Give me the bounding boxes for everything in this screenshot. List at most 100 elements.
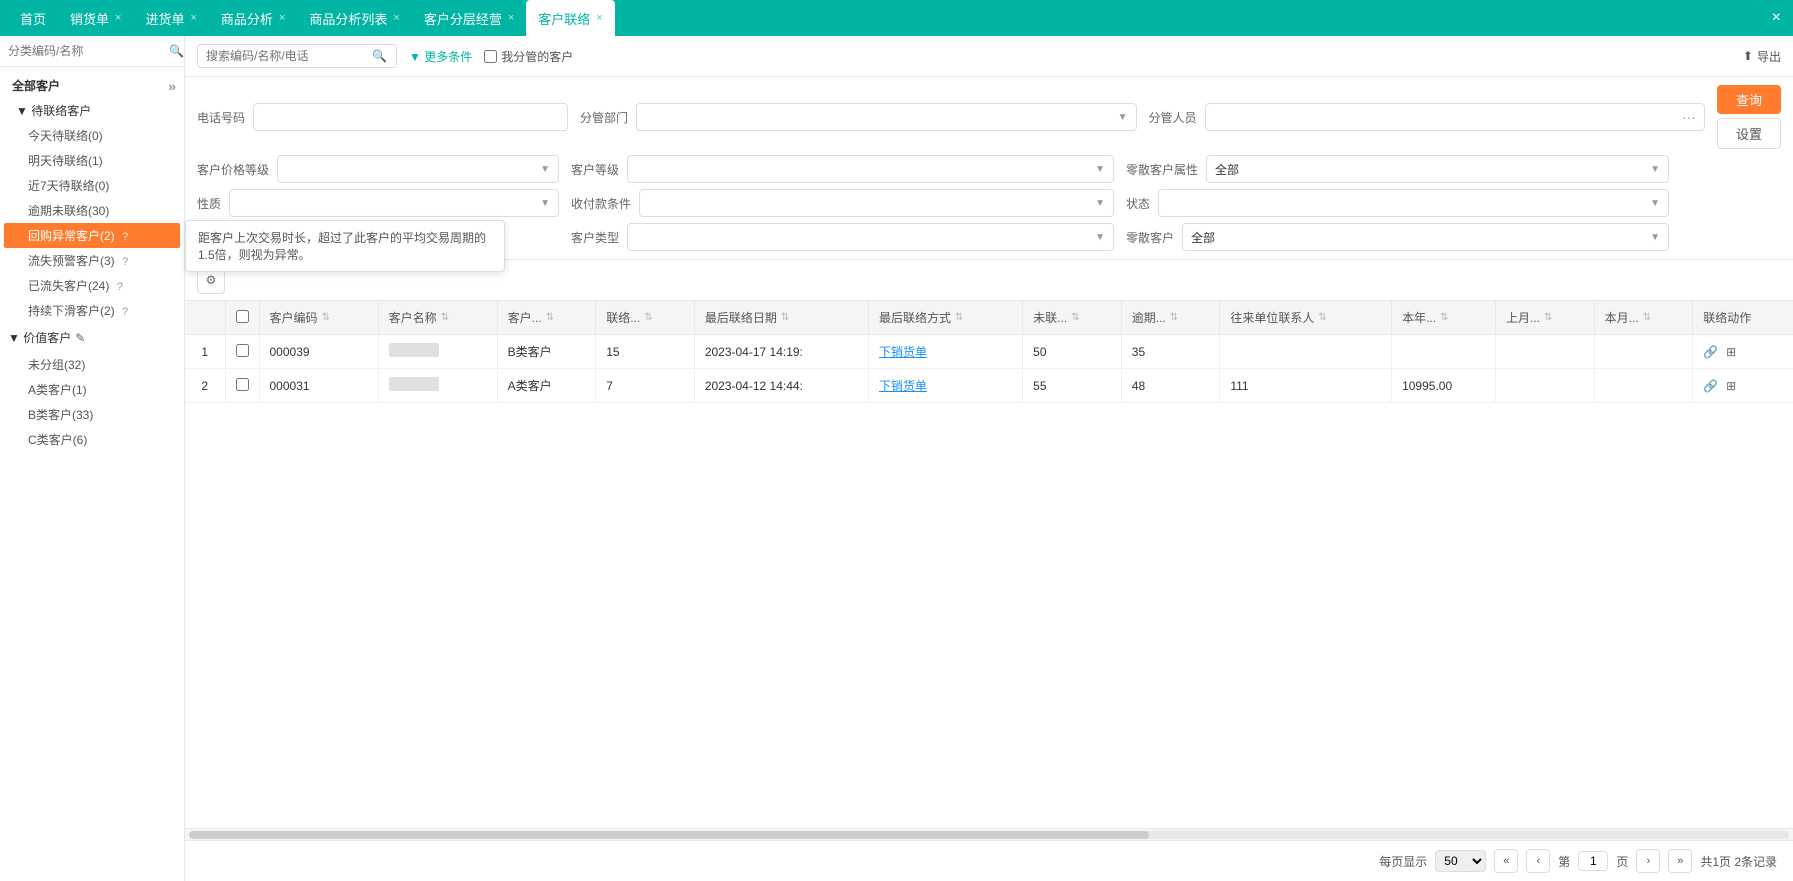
sort-icon-method[interactable]: ⇅ [955,312,963,323]
last-page-button[interactable]: » [1668,849,1692,873]
close-product-tab[interactable]: × [279,12,285,24]
row2-last-month [1496,369,1595,403]
next-page-button[interactable]: › [1636,849,1660,873]
window-close-button[interactable]: × [1772,9,1781,27]
row1-overdue: 35 [1121,335,1220,369]
nav-home[interactable]: 首页 [8,0,58,36]
person-dots-icon[interactable]: ··· [1682,109,1696,125]
sidebar-declining-customers[interactable]: 持续下滑客户(2) ? [0,298,184,323]
my-customers-checkbox[interactable] [484,50,497,63]
prev-page-button[interactable]: ‹ [1526,849,1550,873]
nav-product-analysis[interactable]: 商品分析 × [209,0,297,36]
page-input[interactable] [1578,851,1608,871]
status-select[interactable]: ▼ [1158,189,1669,217]
sort-icon-type[interactable]: ⇅ [546,312,554,323]
status-arrow-icon: ▼ [1650,198,1660,209]
query-button[interactable]: 查询 [1717,85,1781,114]
row2-grid-icon[interactable]: ⊞ [1726,379,1736,393]
gender-label: 性质 [197,195,221,212]
nav-customer-segment[interactable]: 客户分层经营 × [412,0,526,36]
collapse-icon[interactable]: » [168,78,176,94]
sidebar-tomorrow-waiting[interactable]: 明天待联络(1) [0,148,184,173]
sort-icon-uncontacted[interactable]: ⇅ [1071,312,1079,323]
price-level-label: 客户价格等级 [197,161,269,178]
horizontal-scrollbar[interactable] [185,828,1793,840]
repurchase-help-icon[interactable]: ? [122,231,128,243]
row1-name-blur [389,343,439,357]
customer-type-select[interactable]: ▼ [627,223,1114,251]
gender-select[interactable]: ▼ [229,189,559,217]
loss-warning-help-icon[interactable]: ? [122,256,128,268]
row1-num: 1 [185,335,225,369]
select-all-checkbox[interactable] [236,310,249,323]
more-conditions-button[interactable]: ▼ 更多条件 [409,48,472,65]
sort-icon-year[interactable]: ⇅ [1440,312,1448,323]
waiting-contact-section[interactable]: ▼ 待联络客户 [0,98,184,123]
close-purchase-tab[interactable]: × [190,12,196,24]
export-button[interactable]: ⬆ 导出 [1743,48,1781,65]
sidebar-overdue[interactable]: 逾期未联络(30) [0,198,184,223]
payment-select[interactable]: ▼ [639,189,1114,217]
filter-bar-top: 🔍 ▼ 更多条件 我分管的客户 ⬆ 导出 [185,36,1793,77]
filter-search-icon[interactable]: 🔍 [372,49,387,63]
department-select[interactable]: ▼ [636,103,1136,131]
sidebar-ungroups[interactable]: 未分组(32) [0,352,184,377]
sidebar-today-waiting[interactable]: 今天待联络(0) [0,123,184,148]
sort-icon-count[interactable]: ⇅ [644,312,652,323]
sort-icon-contacts[interactable]: ⇅ [1318,312,1326,323]
sort-icon-overdue[interactable]: ⇅ [1170,312,1178,323]
sort-icon-this-month[interactable]: ⇅ [1643,312,1651,323]
sidebar-b-class[interactable]: B类客户(33) [0,402,184,427]
close-list-tab[interactable]: × [393,12,399,24]
sidebar-repurchase-abnormal[interactable]: 回购异常客户(2) ? [4,223,180,248]
row1-grid-icon[interactable]: ⊞ [1726,345,1736,359]
close-sales-tab[interactable]: × [115,12,121,24]
retail-customer-select[interactable]: 全部 ▼ [1182,223,1669,251]
sidebar-search-input[interactable] [8,44,163,58]
sidebar-lost-customers[interactable]: 已流失客户(24) ? [0,273,184,298]
row2-checkbox[interactable] [236,378,249,391]
price-level-select[interactable]: ▼ [277,155,559,183]
sidebar-search-icon[interactable]: 🔍 [169,44,184,58]
row1-checkbox[interactable] [236,344,249,357]
sidebar-7days-waiting[interactable]: 近7天待联络(0) [0,173,184,198]
row1-link-icon[interactable]: 🔗 [1703,345,1718,359]
sidebar-tree: 全部客户 » ▼ 待联络客户 今天待联络(0) 明天待联络(1) 近7天待联络(… [0,67,184,881]
phone-input-field[interactable] [262,110,559,124]
row2-this-month [1594,369,1693,403]
sort-icon-name[interactable]: ⇅ [441,312,449,323]
phone-input[interactable] [253,103,568,131]
phone-label: 电话号码 [197,109,245,126]
page-size-select[interactable]: 50 20 100 [1435,850,1486,872]
sort-icon-date[interactable]: ⇅ [781,312,789,323]
edit-icon[interactable]: ✎ [75,331,85,345]
person-select[interactable]: ··· [1205,103,1705,131]
table-wrapper: ⚙ 客户编码 ⇅ [185,260,1793,881]
table-scroll-area[interactable]: 客户编码 ⇅ 客户名称 ⇅ [185,301,1793,828]
retail-attr-select[interactable]: 全部 ▼ [1206,155,1669,183]
lost-help-icon[interactable]: ? [117,281,123,293]
row2-link-icon[interactable]: 🔗 [1703,379,1718,393]
customer-level-select[interactable]: ▼ [627,155,1114,183]
close-contact-tab[interactable]: × [596,12,602,24]
th-uncontacted: 未联... ⇅ [1023,301,1122,335]
declining-help-icon[interactable]: ? [122,306,128,318]
sidebar-c-class[interactable]: C类客户(6) [0,427,184,452]
th-num [185,301,225,335]
row1-method-link[interactable]: 下销货单 [879,345,927,359]
nav-product-list[interactable]: 商品分析列表 × [297,0,411,36]
row2-method-link[interactable]: 下销货单 [879,379,927,393]
sort-icon-last-month[interactable]: ⇅ [1544,312,1552,323]
nav-customer-contact[interactable]: 客户联络 × [526,0,614,36]
nav-sales[interactable]: 销货单 × [58,0,133,36]
settings-button[interactable]: 设置 [1717,118,1781,149]
sort-icon-code[interactable]: ⇅ [322,312,330,323]
nav-purchase[interactable]: 进货单 × [133,0,208,36]
value-customers-label[interactable]: ▼ 价值客户 [8,329,71,346]
sidebar-a-class[interactable]: A类客户(1) [0,377,184,402]
filter-search-input[interactable] [206,49,366,63]
sidebar-loss-warning[interactable]: 流失预警客户(3) ? [0,248,184,273]
close-segment-tab[interactable]: × [508,12,514,24]
first-page-button[interactable]: « [1494,849,1518,873]
pagination: 每页显示 50 20 100 « ‹ 第 页 › » 共1页 2条记录 [185,840,1793,881]
